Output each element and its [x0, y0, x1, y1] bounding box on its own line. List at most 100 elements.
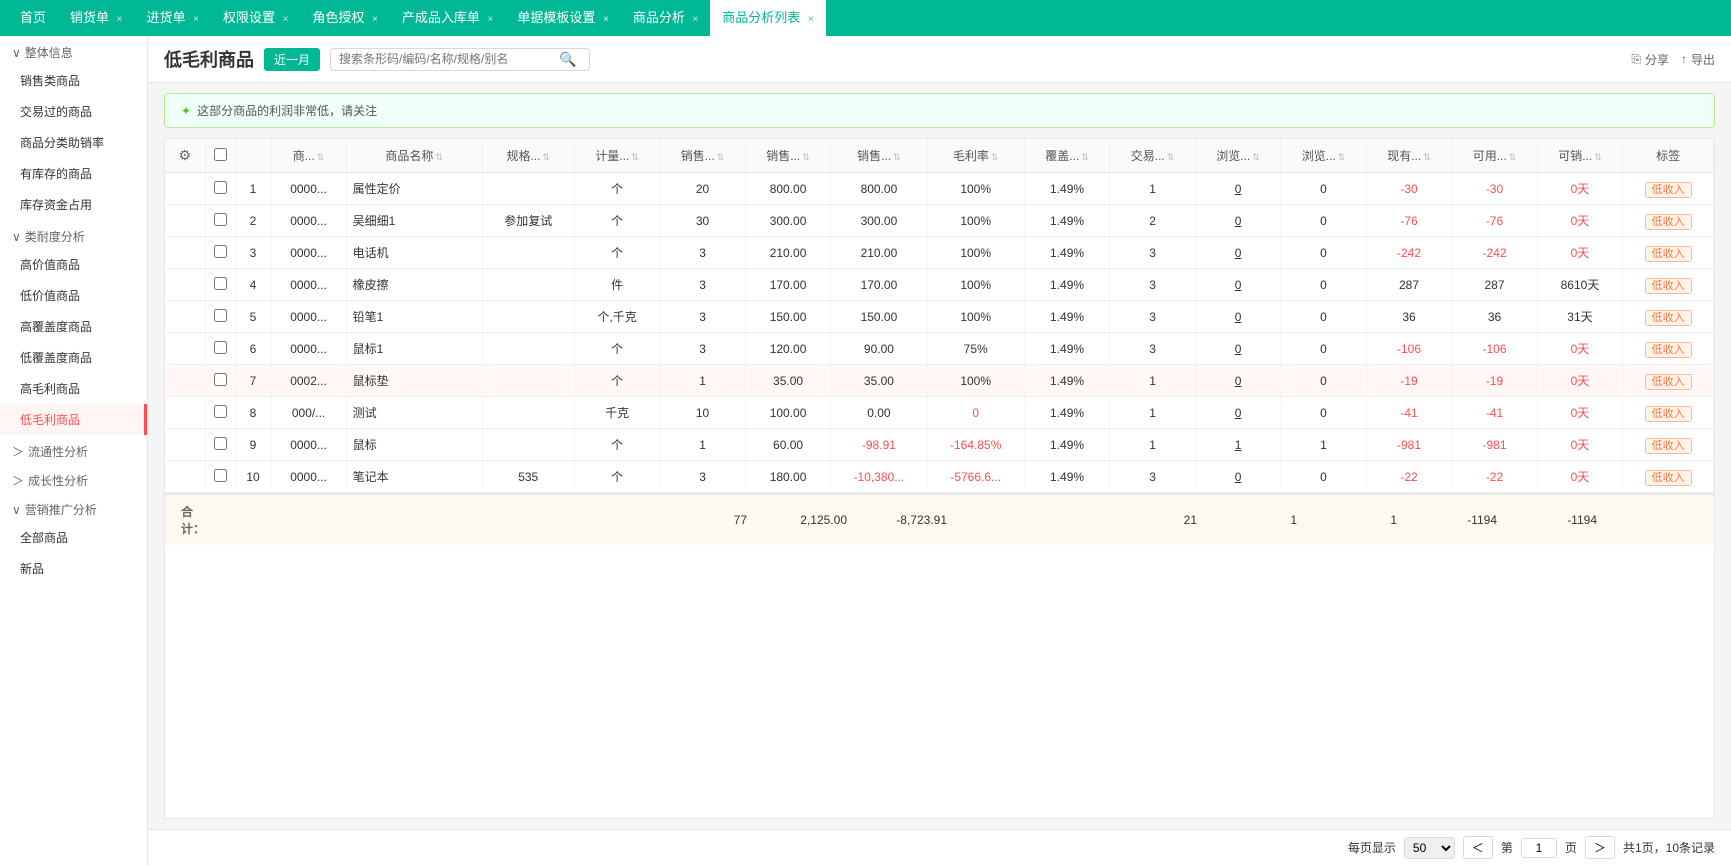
cell-browse1[interactable]: 0 — [1195, 397, 1280, 429]
cell-checkbox[interactable] — [205, 397, 235, 429]
row-checkbox[interactable] — [214, 373, 227, 386]
export-button[interactable]: ↑ 导出 — [1681, 51, 1715, 68]
row-checkbox[interactable] — [214, 437, 227, 450]
prev-page-button[interactable]: ＜ — [1463, 836, 1493, 859]
cell-checkbox[interactable] — [205, 173, 235, 205]
nav-permission[interactable]: 权限设置 × — [211, 0, 300, 36]
close-icon[interactable]: × — [808, 14, 814, 25]
row-checkbox[interactable] — [214, 469, 227, 482]
cell-checkbox[interactable] — [205, 237, 235, 269]
cell-saleable-stock: 0天 — [1537, 237, 1622, 269]
nav-role[interactable]: 角色授权 × — [300, 0, 389, 36]
sidebar-item-high-coverage[interactable]: 高覆盖度商品 — [0, 311, 147, 342]
col-browse2[interactable]: 浏览...⇅ — [1281, 139, 1366, 173]
close-icon[interactable]: × — [488, 14, 494, 25]
col-coverage[interactable]: 覆盖...⇅ — [1024, 139, 1109, 173]
cell-browse1[interactable]: 0 — [1195, 205, 1280, 237]
close-icon[interactable]: × — [692, 14, 698, 25]
col-unit[interactable]: 计量...⇅ — [574, 139, 659, 173]
cell-code: 0000... — [271, 301, 346, 333]
next-page-button[interactable]: ＞ — [1585, 836, 1615, 859]
cell-browse1[interactable]: 0 — [1195, 173, 1280, 205]
cell-saleable-stock: 0天 — [1537, 365, 1622, 397]
cell-num: 3 — [235, 237, 271, 269]
row-checkbox[interactable] — [214, 181, 227, 194]
sidebar-item-all-goods[interactable]: 全部商品 — [0, 522, 147, 553]
close-icon[interactable]: × — [283, 14, 289, 25]
sidebar-group-overall[interactable]: ∨ 整体信息 — [0, 36, 147, 65]
col-name[interactable]: 商品名称⇅ — [346, 139, 482, 173]
cell-checkbox[interactable] — [205, 461, 235, 493]
nav-purchase[interactable]: 进货单 × — [134, 0, 210, 36]
col-sales-profit[interactable]: 销售...⇅ — [831, 139, 927, 173]
cell-sales-count: 3 — [660, 301, 745, 333]
cell-browse1[interactable]: 0 — [1195, 461, 1280, 493]
select-all-checkbox[interactable] — [214, 148, 227, 161]
sidebar-group-marketing[interactable]: ∨ 营销推广分析 — [0, 493, 147, 522]
cell-browse1[interactable]: 1 — [1195, 429, 1280, 461]
close-icon[interactable]: × — [117, 14, 123, 25]
col-code[interactable]: 商...⇅ — [271, 139, 346, 173]
sidebar-item-stock-capital[interactable]: 库存资金占用 — [0, 189, 147, 220]
col-available-stock[interactable]: 可用...⇅ — [1452, 139, 1537, 173]
page-input[interactable] — [1521, 838, 1557, 858]
search-box[interactable]: 🔍 — [330, 48, 590, 71]
col-sales-count[interactable]: 销售...⇅ — [660, 139, 745, 173]
cell-checkbox[interactable] — [205, 333, 235, 365]
cell-checkbox[interactable] — [205, 365, 235, 397]
col-gross-margin[interactable]: 毛利率⇅ — [927, 139, 1024, 173]
cell-checkbox[interactable] — [205, 429, 235, 461]
row-checkbox[interactable] — [214, 341, 227, 354]
sidebar-item-high-value[interactable]: 高价值商品 — [0, 249, 147, 280]
col-saleable-stock[interactable]: 可销...⇅ — [1537, 139, 1622, 173]
row-checkbox[interactable] — [214, 245, 227, 258]
nav-product-entry[interactable]: 产成品入库单 × — [390, 0, 505, 36]
col-browse1[interactable]: 浏览...⇅ — [1195, 139, 1280, 173]
sidebar-item-high-margin[interactable]: 高毛利商品 — [0, 373, 147, 404]
col-settings[interactable]: ⚙ — [165, 139, 205, 173]
col-spec[interactable]: 规格...⇅ — [482, 139, 574, 173]
sidebar-item-stocked-goods[interactable]: 有库存的商品 — [0, 158, 147, 189]
cell-num: 6 — [235, 333, 271, 365]
cell-browse1[interactable]: 0 — [1195, 333, 1280, 365]
close-icon[interactable]: × — [603, 14, 609, 25]
sidebar-item-category-rate[interactable]: 商品分类助销率 — [0, 127, 147, 158]
col-sales-amount[interactable]: 销售...⇅ — [745, 139, 830, 173]
sidebar-item-sales-goods[interactable]: 销售类商品 — [0, 65, 147, 96]
sidebar-item-low-coverage[interactable]: 低覆盖度商品 — [0, 342, 147, 373]
nav-goods-analysis[interactable]: 商品分析 × — [621, 0, 710, 36]
cell-checkbox[interactable] — [205, 269, 235, 301]
search-icon[interactable]: 🔍 — [559, 51, 576, 68]
cell-checkbox[interactable] — [205, 301, 235, 333]
row-checkbox[interactable] — [214, 405, 227, 418]
sidebar-group-growth[interactable]: ＞ 成长性分析 — [0, 464, 147, 493]
nav-sales[interactable]: 销货单 × — [58, 0, 134, 36]
cell-checkbox[interactable] — [205, 205, 235, 237]
col-select-all[interactable] — [205, 139, 235, 173]
sidebar-item-low-value[interactable]: 低价值商品 — [0, 280, 147, 311]
cell-code: 000/... — [271, 397, 346, 429]
sidebar-item-low-margin[interactable]: 低毛利商品 — [0, 404, 147, 435]
per-page-select[interactable]: 50 100 200 — [1404, 837, 1455, 859]
col-transaction[interactable]: 交易...⇅ — [1110, 139, 1195, 173]
sidebar-item-new-goods[interactable]: 新品 — [0, 553, 147, 584]
sidebar-group-category[interactable]: ∨ 类耐度分析 — [0, 220, 147, 249]
row-checkbox[interactable] — [214, 277, 227, 290]
cell-browse1[interactable]: 0 — [1195, 269, 1280, 301]
share-button[interactable]: ⎘ 分享 — [1631, 51, 1669, 68]
cell-browse1[interactable]: 0 — [1195, 365, 1280, 397]
cell-browse1[interactable]: 0 — [1195, 237, 1280, 269]
col-current-stock[interactable]: 现有...⇅ — [1366, 139, 1451, 173]
row-checkbox[interactable] — [214, 213, 227, 226]
close-icon[interactable]: × — [193, 14, 199, 25]
sidebar-group-flow[interactable]: ＞ 流通性分析 — [0, 435, 147, 464]
close-icon[interactable]: × — [372, 14, 378, 25]
nav-goods-analysis-list[interactable]: 商品分析列表 × — [710, 0, 825, 36]
cell-browse1[interactable]: 0 — [1195, 301, 1280, 333]
nav-home[interactable]: 首页 — [8, 0, 58, 36]
sidebar-item-traded-goods[interactable]: 交易过的商品 — [0, 96, 147, 127]
period-button[interactable]: 近一月 — [264, 48, 320, 71]
search-input[interactable] — [339, 52, 559, 66]
row-checkbox[interactable] — [214, 309, 227, 322]
nav-template[interactable]: 单据模板设置 × — [505, 0, 620, 36]
